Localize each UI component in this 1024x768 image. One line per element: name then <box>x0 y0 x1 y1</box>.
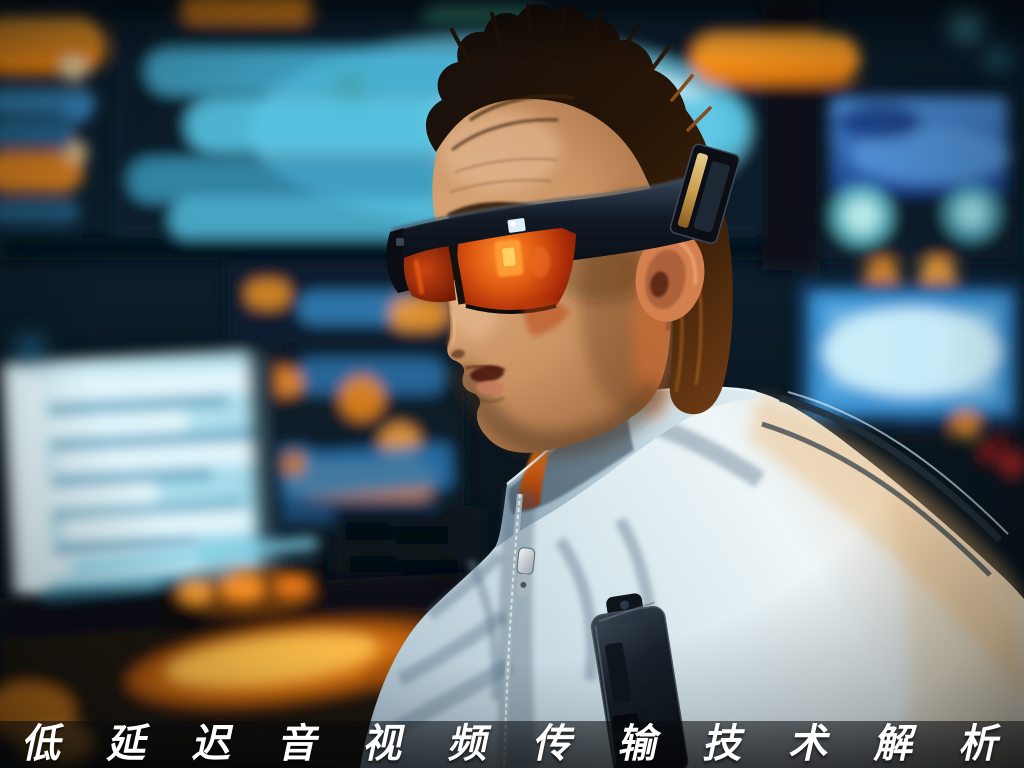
caption-char-12: 析 <box>956 722 1005 767</box>
caption-char-11: 解 <box>871 722 920 767</box>
caption-char-10: 术 <box>785 722 835 767</box>
caption-char-7: 传 <box>530 722 579 767</box>
caption-banner: 低 延 迟 音 视 频 传 输 技 术 解 析 <box>0 721 1024 768</box>
caption-char-6: 频 <box>445 722 494 767</box>
caption-char-3: 迟 <box>189 722 239 767</box>
caption-char-5: 视 <box>360 722 409 767</box>
vignette-overlay <box>0 0 1024 768</box>
caption-char-9: 技 <box>700 722 750 767</box>
hero-image: 低 延 迟 音 视 频 传 输 技 术 解 析 <box>0 0 1024 768</box>
caption-char-8: 输 <box>615 722 664 767</box>
caption-char-2: 延 <box>104 722 153 767</box>
scene-illustration <box>0 0 1024 768</box>
caption-char-4: 音 <box>274 722 324 767</box>
caption-char-1: 低 <box>19 722 68 767</box>
